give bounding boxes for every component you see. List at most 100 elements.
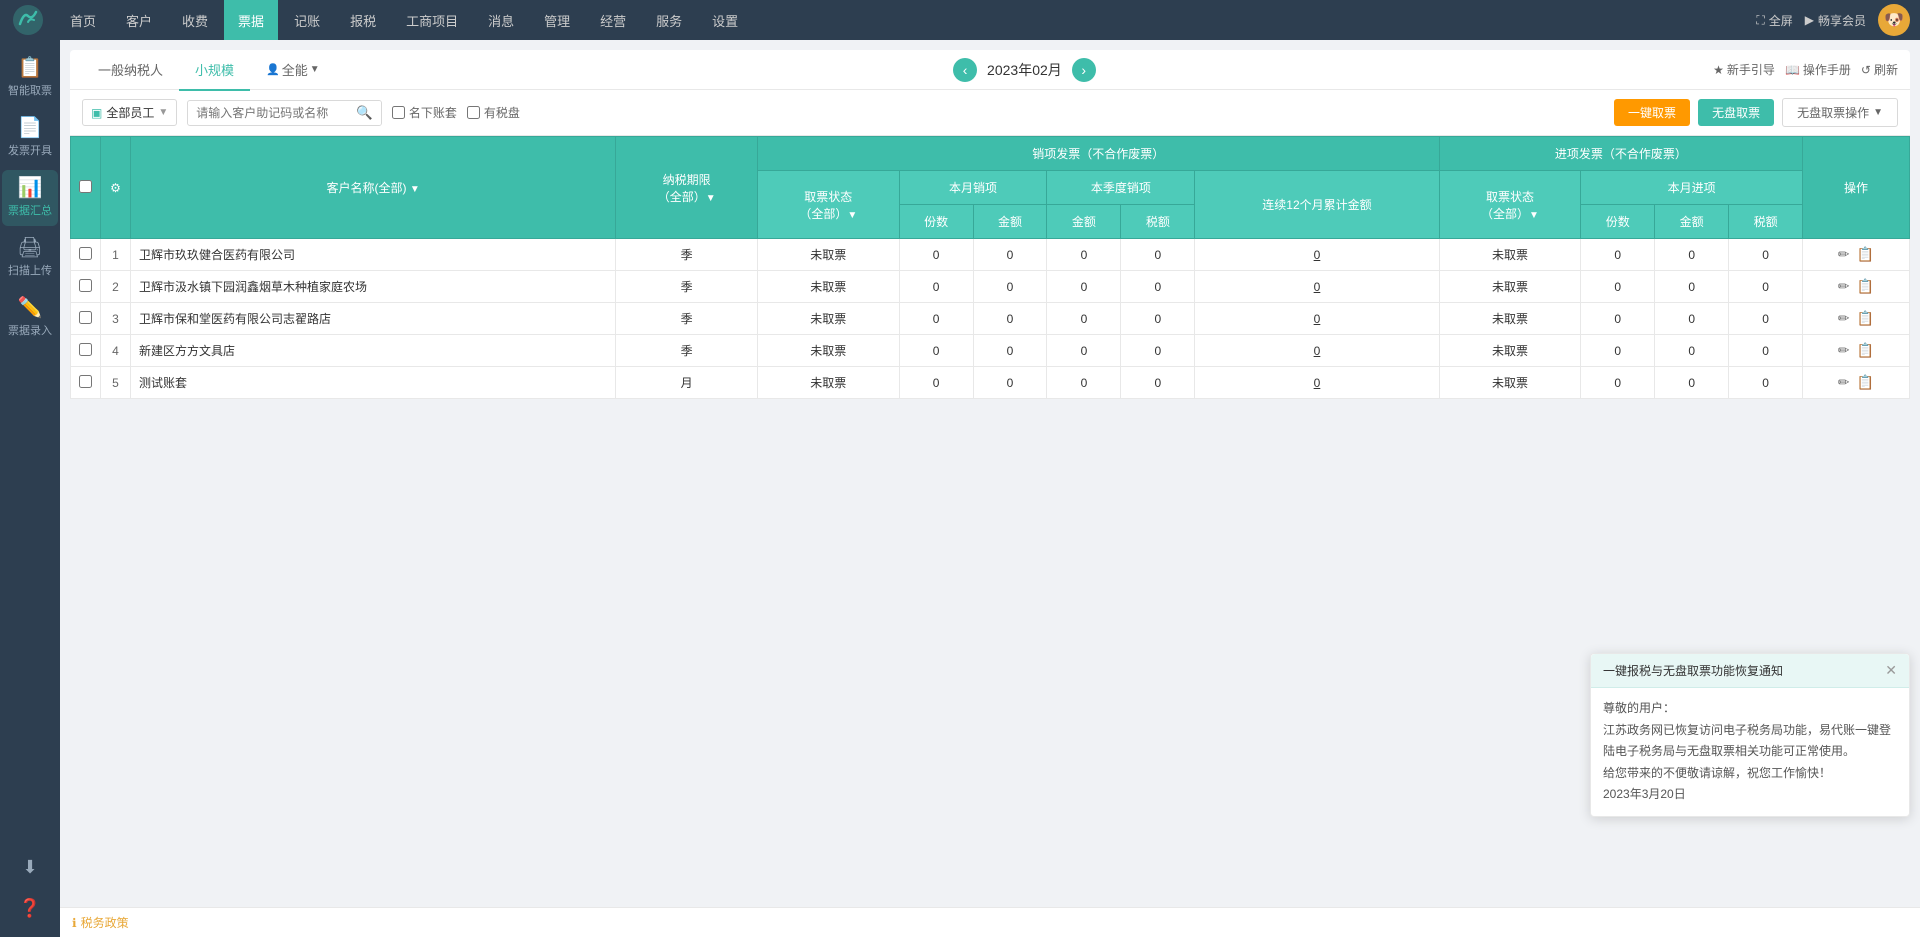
logo[interactable]: [10, 2, 46, 38]
sidebar-help[interactable]: ❓: [2, 890, 58, 927]
dropdown-arrow-icon: ▼: [1873, 107, 1883, 118]
row-purchase-month-count: 0: [1581, 303, 1655, 335]
filter-bar-right: 一键取票 无盘取票 无盘取票操作 ▼: [1614, 98, 1898, 127]
row-sales-quarter-tax: 0: [1121, 303, 1195, 335]
tab-all-icon: 👤: [266, 63, 280, 76]
row-actions: ✏ 📋: [1803, 239, 1910, 271]
tab-all-chevron: ▼: [310, 64, 320, 75]
next-period-btn[interactable]: ›: [1072, 58, 1096, 82]
view-icon[interactable]: 📋: [1857, 342, 1874, 358]
row-12month-amount[interactable]: 0: [1195, 303, 1439, 335]
download-icon: ⬇: [22, 857, 37, 878]
row-purchase-month-amount: 0: [1655, 271, 1729, 303]
view-icon[interactable]: 📋: [1857, 278, 1874, 294]
row-customer-name: 测试账套: [131, 367, 616, 399]
row-12month-amount[interactable]: 0: [1195, 367, 1439, 399]
row-checkbox[interactable]: [71, 335, 101, 367]
row-checkbox[interactable]: [71, 303, 101, 335]
one-click-invoice-btn[interactable]: 一键取票: [1614, 99, 1690, 126]
nav-item-operation[interactable]: 经营: [586, 0, 640, 40]
edit-icon[interactable]: ✏: [1838, 246, 1850, 262]
row-12month-amount[interactable]: 0: [1195, 335, 1439, 367]
fullscreen-icon: ⛶: [1756, 13, 1764, 28]
row-sales-quarter-tax: 0: [1121, 335, 1195, 367]
diskless-invoice-btn[interactable]: 无盘取票: [1698, 99, 1774, 126]
tab-all-type[interactable]: 👤 全能 ▼: [250, 51, 336, 91]
nav-item-home[interactable]: 首页: [56, 0, 110, 40]
row-12month-amount[interactable]: 0: [1195, 239, 1439, 271]
sidebar-item-issue-invoice[interactable]: 📄 发票开具: [2, 110, 58, 166]
nav-item-service[interactable]: 服务: [642, 0, 696, 40]
guide-btn[interactable]: ★ 新手引导: [1713, 61, 1775, 78]
row-sales-month-amount: 0: [973, 239, 1047, 271]
avatar[interactable]: 🐶: [1878, 4, 1910, 36]
manual-btn[interactable]: 📖 操作手册: [1785, 61, 1851, 78]
invoice-table-container: ⚙ 客户名称(全部) ▼ 纳税期限（全部）▼ 销项发票（不合作废票） 进项发票（…: [70, 136, 1910, 399]
nav-item-customer[interactable]: 客户: [112, 0, 166, 40]
row-sales-quarter-tax: 0: [1121, 239, 1195, 271]
edit-icon[interactable]: ✏: [1838, 374, 1850, 390]
nav-item-invoice[interactable]: 票据: [224, 0, 278, 40]
invoice-summary-icon: 📊: [18, 178, 43, 198]
row-checkbox[interactable]: [71, 367, 101, 399]
row-sales-month-count: 0: [899, 239, 973, 271]
sidebar-item-invoice-summary[interactable]: 📊 票据汇总: [2, 170, 58, 226]
nav-item-bookkeeping[interactable]: 记账: [280, 0, 334, 40]
tab-general-taxpayer[interactable]: 一般纳税人: [82, 51, 179, 91]
sidebar-item-smart-invoice[interactable]: 📋 智能取票: [2, 50, 58, 106]
nav-item-billing[interactable]: 收费: [168, 0, 222, 40]
checkbox-tax-disk[interactable]: 有税盘: [467, 104, 520, 121]
sidebar-download[interactable]: ⬇: [2, 849, 58, 886]
row-tax-period: 季: [616, 303, 758, 335]
view-icon[interactable]: 📋: [1857, 310, 1874, 326]
edit-icon[interactable]: ✏: [1838, 278, 1850, 294]
header-sales-group: 销项发票（不合作废票）: [757, 137, 1439, 171]
row-sales-quarter-amount: 0: [1047, 271, 1121, 303]
tax-policy-link[interactable]: ℹ 税务政策: [72, 914, 129, 931]
settings-icon[interactable]: ⚙: [110, 181, 121, 195]
row-12month-amount[interactable]: 0: [1195, 271, 1439, 303]
refresh-btn[interactable]: ↺ 刷新: [1861, 61, 1898, 78]
member-btn[interactable]: ▶ 畅享会员: [1805, 12, 1866, 29]
invoice-table: ⚙ 客户名称(全部) ▼ 纳税期限（全部）▼ 销项发票（不合作废票） 进项发票（…: [70, 136, 1910, 399]
select-all-checkbox[interactable]: [79, 180, 92, 193]
row-purchase-month-amount: 0: [1655, 303, 1729, 335]
row-purchase-month-tax: 0: [1729, 367, 1803, 399]
employee-filter[interactable]: ▣ 全部员工 ▼: [82, 99, 177, 126]
header-purchase-group: 进项发票（不合作废票）: [1439, 137, 1802, 171]
edit-icon[interactable]: ✏: [1838, 310, 1850, 326]
nav-item-business[interactable]: 工商项目: [392, 0, 472, 40]
view-icon[interactable]: 📋: [1857, 246, 1874, 262]
sidebar-item-scan-upload[interactable]: 🖨 扫描上传: [2, 230, 58, 286]
account-checkbox[interactable]: [392, 106, 405, 119]
nav-item-tax[interactable]: 报税: [336, 0, 390, 40]
manual-icon: 📖: [1785, 63, 1800, 77]
nav-item-management[interactable]: 管理: [530, 0, 584, 40]
search-button[interactable]: 🔍: [348, 101, 381, 125]
view-icon[interactable]: 📋: [1857, 374, 1874, 390]
employee-filter-icon: ▣: [91, 106, 102, 120]
notification-close-btn[interactable]: ✕: [1885, 662, 1897, 679]
row-checkbox[interactable]: [71, 239, 101, 271]
bottom-bar: ℹ 税务政策: [60, 907, 1920, 937]
checkbox-account[interactable]: 名下账套: [392, 104, 457, 121]
fullscreen-btn[interactable]: ⛶ 全屏: [1756, 12, 1792, 29]
table-row: 2 卫辉市汲水镇下园润鑫烟草木种植家庭农场 季 未取票 0 0 0 0 0 未取…: [71, 271, 1910, 303]
header-quarterly-sales: 本季度销项: [1047, 171, 1195, 205]
main-content: 一般纳税人 小规模 👤 全能 ▼ ‹ 2023年02月 › ★ 新手引导: [60, 40, 1920, 937]
table-row: 4 新建区方方文具店 季 未取票 0 0 0 0 0 未取票 0 0 0 ✏ 📋: [71, 335, 1910, 367]
tab-small-scale[interactable]: 小规模: [179, 51, 250, 91]
nav-item-message[interactable]: 消息: [474, 0, 528, 40]
tax-disk-checkbox[interactable]: [467, 106, 480, 119]
search-input[interactable]: [188, 102, 348, 124]
nav-item-settings[interactable]: 设置: [698, 0, 752, 40]
edit-icon[interactable]: ✏: [1838, 342, 1850, 358]
header-purchase-month-amount: 金额: [1655, 205, 1729, 239]
sidebar-item-invoice-entry[interactable]: ✏️ 票据录入: [2, 290, 58, 346]
diskless-operation-btn[interactable]: 无盘取票操作 ▼: [1782, 98, 1898, 127]
issue-invoice-icon: 📄: [18, 118, 43, 138]
header-sales-quarter-amount: 金额: [1047, 205, 1121, 239]
nav-right: ⛶ 全屏 ▶ 畅享会员 🐶: [1756, 4, 1910, 36]
row-checkbox[interactable]: [71, 271, 101, 303]
prev-period-btn[interactable]: ‹: [953, 58, 977, 82]
